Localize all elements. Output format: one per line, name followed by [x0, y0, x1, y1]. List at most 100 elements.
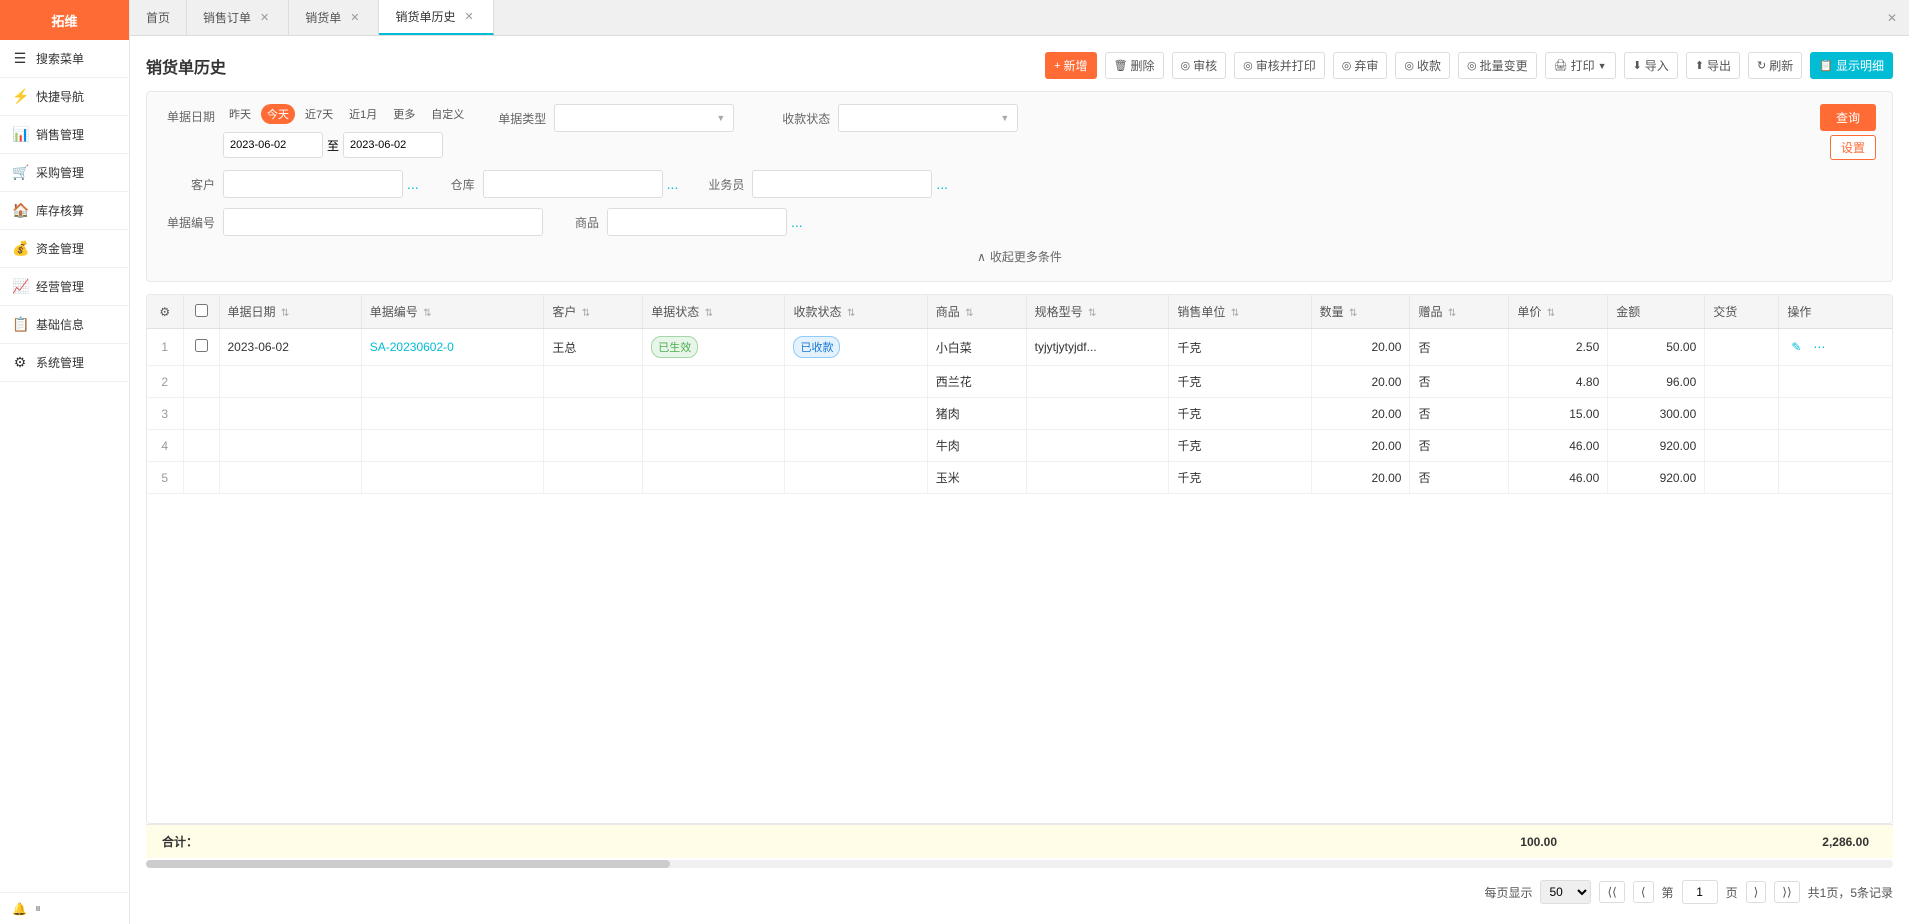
- row-doc-no[interactable]: SA-20230602-0: [361, 329, 544, 366]
- tab-sales-delivery[interactable]: 销货单 ✕: [289, 0, 379, 35]
- col-unit[interactable]: 销售单位 ⇅: [1169, 295, 1311, 329]
- edit-action-btn[interactable]: ✎: [1787, 338, 1805, 356]
- sidebar-item-sys-mgmt[interactable]: ⚙ 系统管理: [0, 344, 129, 382]
- row-customer: [544, 430, 643, 462]
- date-shortcut-7days[interactable]: 近7天: [299, 104, 339, 124]
- batch-change-button[interactable]: ◎ 批量变更: [1458, 52, 1537, 79]
- tab-sales-order-close[interactable]: ✕: [257, 10, 272, 25]
- table-check-col[interactable]: [183, 295, 219, 329]
- col-spec[interactable]: 规格型号 ⇅: [1026, 295, 1169, 329]
- sidebar-item-stock-calc[interactable]: 🏠 库存核算: [0, 192, 129, 230]
- query-button[interactable]: 查询: [1820, 104, 1876, 131]
- sidebar-item-search-menu[interactable]: ☰ 搜索菜单: [0, 40, 129, 78]
- audit-icon: ◎: [1181, 59, 1191, 72]
- row-check[interactable]: [183, 462, 219, 494]
- col-qty[interactable]: 数量 ⇅: [1311, 295, 1410, 329]
- col-product[interactable]: 商品 ⇅: [927, 295, 1026, 329]
- tab-sales-history-label: 销货单历史: [395, 8, 455, 25]
- audit-button[interactable]: ◎ 审核: [1172, 52, 1227, 79]
- notification-icon[interactable]: 🔔: [12, 902, 27, 916]
- row-check[interactable]: [183, 329, 219, 366]
- per-page-select[interactable]: 20 50 100: [1540, 880, 1591, 904]
- row-check[interactable]: [183, 398, 219, 430]
- show-detail-button[interactable]: 📋 显示明细: [1810, 52, 1893, 79]
- page-next-btn[interactable]: ⟩: [1746, 881, 1767, 903]
- settings-button[interactable]: 设置: [1830, 135, 1876, 160]
- payment-status-select[interactable]: ▼: [838, 104, 1018, 132]
- col-price[interactable]: 单价 ⇅: [1509, 295, 1608, 329]
- select-all-checkbox[interactable]: [195, 304, 208, 317]
- sidebar-item-purchase-mgmt[interactable]: 🛒 采购管理: [0, 154, 129, 192]
- export-button[interactable]: ⬆ 导出: [1686, 52, 1740, 79]
- tab-home[interactable]: 首页: [130, 0, 187, 35]
- col-payment-status[interactable]: 收款状态 ⇅: [785, 295, 927, 329]
- sidebar-item-sales-mgmt[interactable]: 📊 销售管理: [0, 116, 129, 154]
- delete-button[interactable]: 🗑 删除: [1105, 52, 1164, 79]
- add-button[interactable]: + 新增: [1045, 52, 1096, 79]
- col-customer[interactable]: 客户 ⇅: [544, 295, 643, 329]
- salesperson-dots[interactable]: ...: [936, 176, 948, 192]
- date-to-input[interactable]: [343, 132, 443, 158]
- page-input[interactable]: [1682, 880, 1718, 904]
- tab-bar-close-btn[interactable]: ✕: [1875, 11, 1909, 25]
- col-date[interactable]: 单据日期 ⇅: [219, 295, 361, 329]
- row-product: 牛肉: [927, 430, 1026, 462]
- collect-button[interactable]: ◎ 收款: [1395, 52, 1450, 79]
- warehouse-input[interactable]: [483, 170, 663, 198]
- sidebar-item-quick-nav[interactable]: ⚡ 快捷导航: [0, 78, 129, 116]
- row-check[interactable]: [183, 430, 219, 462]
- salesperson-input[interactable]: [752, 170, 932, 198]
- row-doc-no[interactable]: [361, 398, 544, 430]
- audit-print-button[interactable]: ◎ 审核并打印: [1234, 52, 1325, 79]
- tab-sales-delivery-close[interactable]: ✕: [347, 10, 362, 25]
- tab-sales-history-close[interactable]: ✕: [462, 9, 477, 24]
- payment-status-dropdown-icon: ▼: [1000, 113, 1009, 123]
- row-qty: 20.00: [1311, 430, 1410, 462]
- page-first-btn[interactable]: ⟨⟨: [1599, 881, 1624, 903]
- row-price: 15.00: [1509, 398, 1608, 430]
- date-shortcut-today[interactable]: 今天: [261, 104, 295, 124]
- page-label2: 页: [1726, 884, 1738, 901]
- product-dots[interactable]: ...: [791, 214, 803, 230]
- date-shortcut-custom[interactable]: 自定义: [425, 104, 470, 124]
- tab-sales-history[interactable]: 销货单历史 ✕: [379, 0, 493, 35]
- product-input[interactable]: [607, 208, 787, 236]
- table-settings-col[interactable]: ⚙: [147, 295, 183, 329]
- customer-input[interactable]: [223, 170, 403, 198]
- more-action-btn[interactable]: ⋯: [1809, 338, 1829, 356]
- row-doc-no[interactable]: [361, 430, 544, 462]
- pause-icon[interactable]: ⏸: [35, 901, 41, 916]
- print-button[interactable]: 🖨 打印 ▼: [1545, 52, 1616, 79]
- sidebar-item-finance-mgmt[interactable]: 💰 资金管理: [0, 230, 129, 268]
- date-shortcut-more[interactable]: 更多: [387, 104, 421, 124]
- stock-calc-icon: 🏠: [12, 202, 28, 219]
- sidebar-item-ops-mgmt[interactable]: 📈 经营管理: [0, 268, 129, 306]
- page-prev-btn[interactable]: ⟨: [1633, 881, 1654, 903]
- date-from-input[interactable]: [223, 132, 323, 158]
- row-check[interactable]: [183, 366, 219, 398]
- customer-dots[interactable]: ...: [407, 176, 419, 192]
- import-button[interactable]: ⬇ 导入: [1624, 52, 1678, 79]
- date-shortcut-yesterday[interactable]: 昨天: [223, 104, 257, 124]
- row-action: ✎⋯: [1779, 329, 1892, 366]
- warehouse-dots[interactable]: ...: [667, 176, 679, 192]
- tab-sales-order[interactable]: 销售订单 ✕: [187, 0, 289, 35]
- date-shortcut-1month[interactable]: 近1月: [343, 104, 383, 124]
- product-label: 商品: [567, 214, 607, 231]
- row-doc-status: [643, 398, 785, 430]
- col-amount: 金额: [1608, 295, 1705, 329]
- sidebar-item-basic-info[interactable]: 📋 基础信息: [0, 306, 129, 344]
- doc-no-input[interactable]: [223, 208, 543, 236]
- collapse-button[interactable]: ∧ 收起更多条件: [163, 244, 1876, 269]
- refresh-button[interactable]: ↻ 刷新: [1748, 52, 1802, 79]
- row-doc-no[interactable]: [361, 462, 544, 494]
- page-last-btn[interactable]: ⟩⟩: [1774, 881, 1799, 903]
- col-doc-no[interactable]: 单据编号 ⇅: [361, 295, 544, 329]
- doc-type-select[interactable]: ▼: [554, 104, 734, 132]
- row-doc-no[interactable]: [361, 366, 544, 398]
- abandon-button[interactable]: ◎ 弃审: [1333, 52, 1388, 79]
- page-content: 销货单历史 + 新增 🗑 删除 ◎ 审核 ◎ 审核并打印: [130, 36, 1909, 924]
- table-row: 5 玉米 千克 20.00 否 46.00 920.00: [147, 462, 1892, 494]
- col-gift[interactable]: 赠品 ⇅: [1410, 295, 1509, 329]
- col-doc-status[interactable]: 单据状态 ⇅: [643, 295, 785, 329]
